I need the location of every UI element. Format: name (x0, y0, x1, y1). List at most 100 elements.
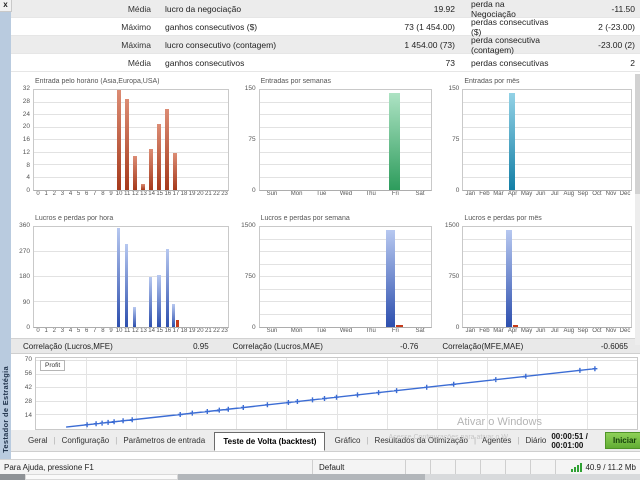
taskbar-segment (25, 474, 178, 480)
chart-title: Lucros e perdas por hora (35, 215, 114, 222)
y-tick-label: 180 (19, 273, 30, 280)
bar-lucros (165, 249, 169, 327)
x-tick-label: Sep (577, 191, 589, 197)
x-tick-label: 0 (36, 191, 40, 197)
status-cell (480, 460, 505, 474)
chart-plot-area (33, 226, 229, 328)
x-tick-label: 11 (124, 191, 131, 197)
status-cell (455, 460, 480, 474)
correlation-item: Correlação (Lucros,MFE) 0.95 (11, 342, 221, 351)
chart-slot (203, 227, 211, 327)
y-tick-label: 32 (22, 85, 30, 92)
start-button[interactable]: Iniciar (605, 432, 640, 449)
taskbar-strip (0, 474, 640, 480)
tab-par-metros-de-entrada[interactable]: Parâmetros de entrada (118, 432, 210, 449)
chart-slot (463, 227, 477, 327)
tab-teste-de-volta-backtest-[interactable]: Teste de Volta (backtest) (214, 431, 326, 451)
x-tick-label: 3 (60, 191, 65, 197)
x-tick-label: 4 (68, 191, 73, 197)
chart-slot (491, 227, 505, 327)
tab-di-rio[interactable]: Diário (520, 432, 551, 449)
chart-slot (561, 227, 575, 327)
y-tick-label: 28 (22, 97, 30, 105)
x-tick-label: 2 (52, 328, 56, 334)
x-tick-label: May (520, 328, 533, 334)
x-tick-label: 17 (172, 191, 180, 197)
chart-slot (179, 90, 187, 190)
chart-slot (333, 227, 358, 327)
chart-slot (187, 90, 195, 190)
stats-cell: Máxima (121, 39, 151, 50)
stats-cell: ganhos consecutivos (165, 57, 245, 68)
chart-slot (533, 227, 547, 327)
chart-slot (50, 227, 58, 327)
chart-slot (34, 227, 42, 327)
chart-slot (575, 90, 589, 190)
chart-slot (90, 227, 98, 327)
charts-scrollbar[interactable] (635, 74, 640, 345)
x-tick-label: 4 (68, 328, 73, 334)
x-tick-label: Thu (365, 328, 376, 334)
x-tick-label: 8 (101, 328, 105, 334)
y-tick-label: 0 (455, 187, 460, 194)
panel-title: Testador de Estratégia (1, 366, 10, 453)
chart-slot (58, 227, 66, 327)
windows-activation-watermark-sub: Acesse Configurações para ativar o W (388, 434, 508, 441)
chart-slot (131, 90, 139, 190)
x-tick-label: 14 (148, 328, 155, 334)
x-tick-label: 10 (115, 191, 123, 197)
chart-slot (589, 90, 603, 190)
chart-title: Entradas por semanas (260, 78, 332, 85)
bar-entradas (157, 124, 161, 190)
chart-pl-by-month: Lucros e perdas por mês 0 750 1500 Jan Feb Mar… (442, 215, 632, 338)
chart-slot (519, 227, 533, 327)
chart-y-axis: 0 75 150 (442, 85, 462, 194)
chart-slots (260, 227, 432, 327)
tab-geral[interactable]: Geral (23, 432, 53, 449)
x-tick-label: Jan (465, 328, 476, 334)
chart-x-axis: Jan Feb Mar Apr May Jun Jul Aug Sep Oct Nov Dec (463, 191, 632, 201)
status-cell (405, 460, 430, 474)
tab-gr-fico[interactable]: Gráfico (330, 432, 366, 449)
chart-y-axis: 0 75 150 (239, 85, 259, 194)
stats-cell: -23.00 (2) (598, 39, 635, 50)
y-tick-label: 28 (24, 398, 32, 405)
tab-configura-o[interactable]: Configuração (57, 432, 115, 449)
chart-slot (171, 227, 179, 327)
chart-plot-area (33, 89, 229, 191)
close-panel-button[interactable]: x (0, 0, 12, 12)
chart-slots (34, 227, 228, 327)
status-cell (530, 460, 555, 474)
stats-cell: 73 (1 454.00) (404, 21, 455, 32)
x-tick-label: Nov (605, 328, 617, 334)
chart-slot (284, 227, 309, 327)
scrollbar-thumb[interactable] (635, 74, 640, 194)
chart-slot (131, 227, 139, 327)
chart-slot (547, 227, 561, 327)
chart-slot (99, 90, 107, 190)
chart-slot (309, 227, 334, 327)
test-elapsed-time: 00:00:51 / 00:01:00 (551, 431, 588, 450)
connection-signal-icon (571, 462, 583, 472)
chart-slot (219, 227, 227, 327)
x-tick-label: 16 (164, 191, 172, 197)
x-tick-label: May (520, 191, 533, 197)
chart-slots (463, 90, 631, 190)
stats-row: Máxima lucro consecutivo (contagem) 1 454.… (11, 35, 640, 55)
x-tick-label: Fri (391, 191, 399, 197)
x-tick-label: Feb (479, 328, 490, 334)
bar-lucros (133, 307, 137, 327)
x-tick-label: 21 (205, 328, 212, 334)
x-tick-label: Nov (605, 191, 617, 197)
x-tick-label: Feb (479, 191, 490, 197)
x-tick-label: 2 (52, 191, 56, 197)
chart-slot (382, 90, 407, 190)
bar-entradas (508, 92, 516, 190)
chart-y-axis: 0 90 180 270 360 (13, 222, 33, 331)
x-tick-label: Sat (415, 191, 425, 197)
chart-slots (463, 227, 631, 327)
chart-slot (50, 90, 58, 190)
stats-cell: Média (127, 3, 151, 14)
chart-x-axis: Sun Mon Tue Wed Thu Fri Sat (260, 191, 433, 201)
chart-y-axis: 0 4 8 12 16 20 24 28 32 (13, 85, 33, 194)
